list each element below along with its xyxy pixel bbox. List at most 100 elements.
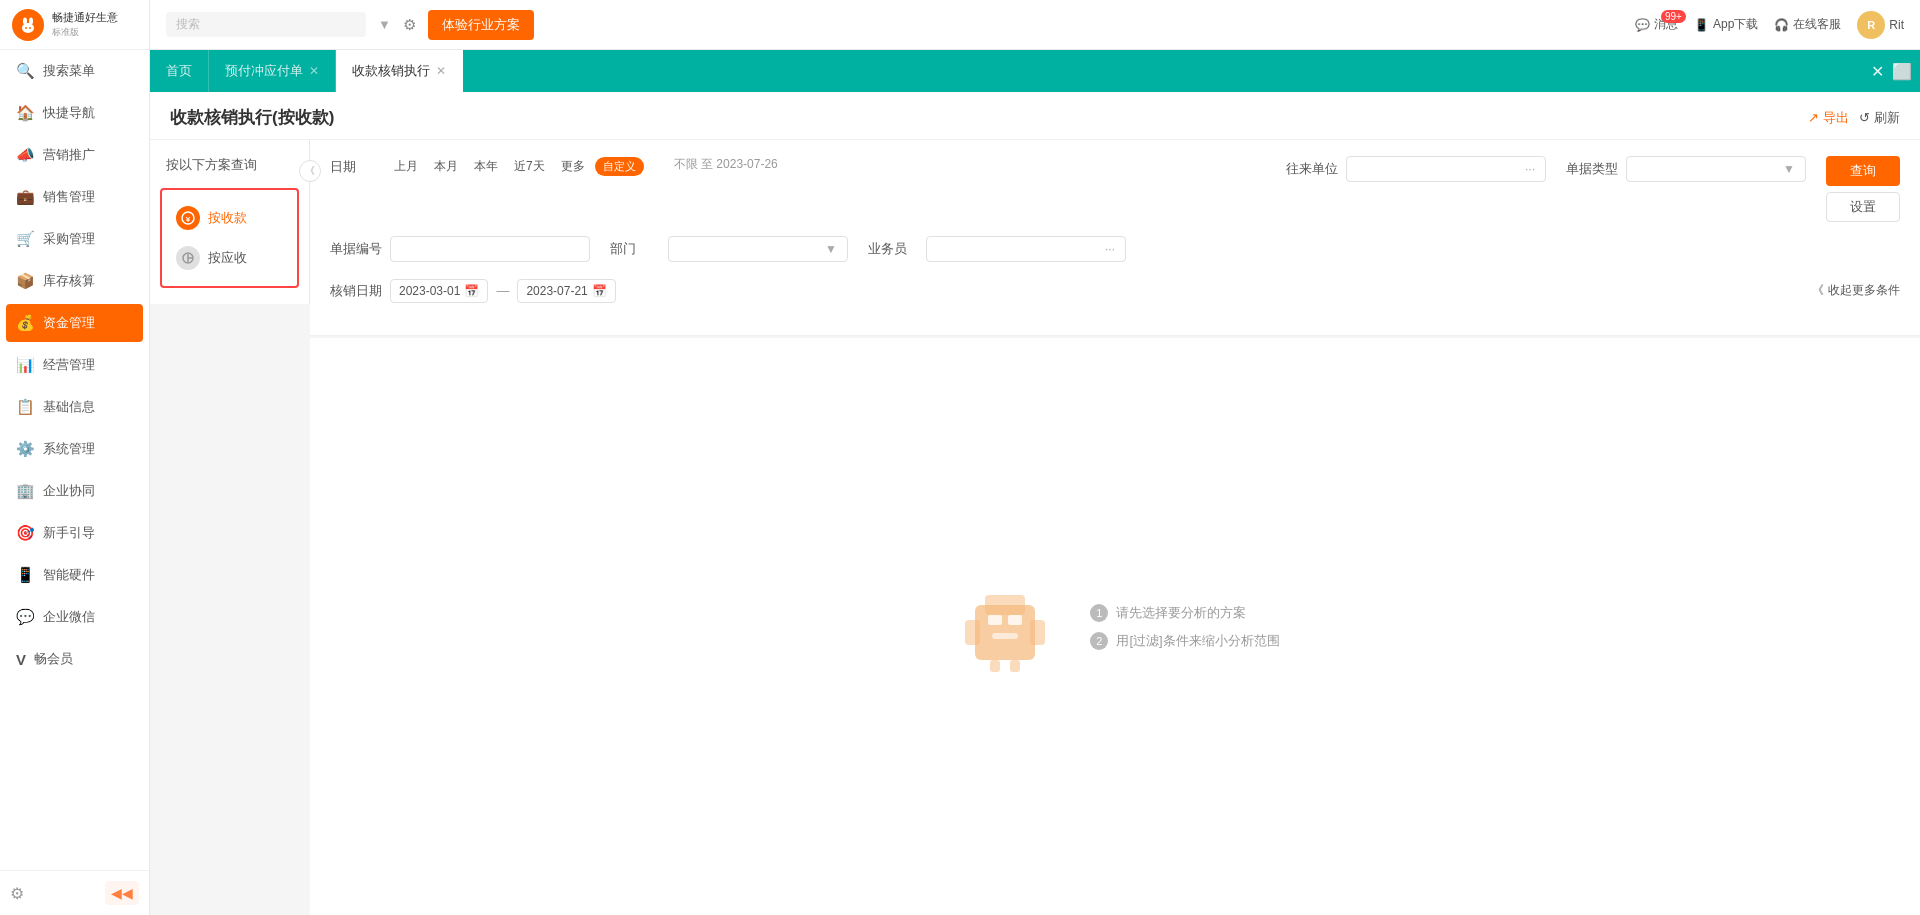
sidebar-item-marketing[interactable]: 📣 营销推广: [0, 134, 149, 176]
dept-select[interactable]: ▼: [668, 236, 848, 262]
close-tab-prepay-icon[interactable]: ✕: [309, 64, 319, 78]
sidebar-item-inventory[interactable]: 📦 库存核算: [0, 260, 149, 302]
close-tab-icon[interactable]: ✕: [1871, 62, 1884, 81]
service-icon: 🎧: [1774, 18, 1789, 32]
settings-icon[interactable]: ⚙: [10, 884, 24, 903]
collapse-filter-btn[interactable]: 《: [299, 160, 321, 182]
industry-btn[interactable]: 体验行业方案: [428, 10, 534, 40]
query-action-btns: 查询 设置: [1826, 156, 1900, 222]
dropdown-icon[interactable]: ▼: [378, 17, 391, 32]
partner-ellipsis-icon: ···: [1525, 162, 1535, 176]
online-service-btn[interactable]: 🎧 在线客服: [1774, 16, 1841, 33]
page-title: 收款核销执行(按收款): [170, 106, 334, 129]
date-range-separator: —: [496, 283, 509, 298]
sidebar-item-biz-mgmt[interactable]: 📊 经营管理: [0, 344, 149, 386]
dept-label: 部门: [610, 240, 660, 258]
empty-tip-2: 2 用[过滤]条件来缩小分析范围: [1090, 632, 1279, 650]
verify-date-end-value: 2023-07-21: [526, 284, 587, 298]
close-tab-receipt-icon[interactable]: ✕: [436, 64, 446, 78]
page-content: 收款核销执行(按收款) ↗ 导出 ↺ 刷新 按以下方案查询: [150, 92, 1920, 915]
sidebar-item-label: 系统管理: [43, 440, 95, 458]
svg-rect-13: [1030, 620, 1045, 645]
sidebar-item-label: 库存核算: [43, 272, 95, 290]
enterprise-icon: 🏢: [16, 482, 35, 500]
tab-prepay-offset[interactable]: 预付冲应付单 ✕: [209, 50, 336, 92]
staff-label: 业务员: [868, 240, 918, 258]
staff-field: 业务员 ···: [868, 236, 1126, 262]
doc-no-input[interactable]: [390, 236, 590, 262]
sidebar-item-search[interactable]: 🔍 搜索菜单: [0, 50, 149, 92]
svg-rect-11: [985, 595, 1025, 615]
sidebar: 畅捷通好生意 标准版 🔍 搜索菜单 🏠 快捷导航 📣 营销推广 💼 销售管理 🛒…: [0, 0, 150, 915]
top-bar: 搜索 ▼ ⚙ 体验行业方案 💬 消息 99+ 📱 App下载 🎧 在线客服 R …: [150, 0, 1920, 50]
app-download-btn[interactable]: 📱 App下载: [1694, 16, 1758, 33]
svg-point-2: [29, 17, 33, 24]
app-download-label: App下载: [1713, 16, 1758, 33]
sidebar-item-guide[interactable]: 🎯 新手引导: [0, 512, 149, 554]
message-badge: 99+: [1661, 10, 1686, 23]
finance-icon: 💰: [16, 314, 35, 332]
maximize-icon[interactable]: ⬜: [1892, 62, 1912, 81]
partner-input[interactable]: ···: [1346, 156, 1546, 182]
top-search-box[interactable]: 搜索: [166, 12, 366, 37]
date-custom[interactable]: 自定义: [595, 157, 644, 176]
by-receipt-icon: ¥: [176, 206, 200, 230]
sidebar-item-wechat[interactable]: 💬 企业微信: [0, 596, 149, 638]
sidebar-item-system[interactable]: ⚙️ 系统管理: [0, 428, 149, 470]
tab-receipt-offset[interactable]: 收款核销执行 ✕: [336, 50, 463, 92]
svg-rect-15: [1010, 660, 1020, 672]
gear-icon[interactable]: ⚙: [403, 16, 416, 34]
date-this-month[interactable]: 本月: [428, 156, 464, 177]
sales-icon: 💼: [16, 188, 35, 206]
logo-icon: [12, 9, 44, 41]
doc-type-label: 单据类型: [1566, 160, 1618, 178]
dept-field: 部门 ▼: [610, 236, 848, 262]
message-btn[interactable]: 💬 消息 99+: [1635, 16, 1678, 33]
export-btn[interactable]: ↗ 导出: [1808, 109, 1849, 127]
sidebar-item-label: 销售管理: [43, 188, 95, 206]
filter-option-by-receipt[interactable]: ¥ 按收款: [170, 198, 289, 238]
collapse-sidebar-icon[interactable]: ◀◀: [105, 881, 139, 905]
tip-1-text: 请先选择要分析的方案: [1116, 604, 1246, 622]
svg-rect-17: [1008, 615, 1022, 625]
online-service-label: 在线客服: [1793, 16, 1841, 33]
top-bar-left: 搜索 ▼ ⚙ 体验行业方案: [166, 10, 534, 40]
search-placeholder: 搜索: [176, 16, 200, 33]
verify-date-start-value: 2023-03-01: [399, 284, 460, 298]
search-icon: 🔍: [16, 62, 35, 80]
verify-date-start-input[interactable]: 2023-03-01 📅: [390, 279, 488, 303]
verify-date-end-input[interactable]: 2023-07-21 📅: [517, 279, 615, 303]
page-header: 收款核销执行(按收款) ↗ 导出 ↺ 刷新: [150, 92, 1920, 140]
date-more[interactable]: 更多: [555, 156, 591, 177]
collapse-more-btn[interactable]: 《 收起更多条件: [1812, 276, 1900, 305]
sidebar-item-label: 新手引导: [43, 524, 95, 542]
logo-text-wrapper: 畅捷通好生意 标准版: [52, 10, 118, 38]
doc-type-select[interactable]: ▼: [1626, 156, 1806, 182]
filter-option-by-receivable[interactable]: 按应收: [170, 238, 289, 278]
query-btn[interactable]: 查询: [1826, 156, 1900, 186]
sidebar-item-hardware[interactable]: 📱 智能硬件: [0, 554, 149, 596]
verify-date-field: 核销日期 2023-03-01 📅 — 2023-07-21 📅: [330, 279, 616, 303]
settings-btn[interactable]: 设置: [1826, 192, 1900, 222]
main-content: 搜索 ▼ ⚙ 体验行业方案 💬 消息 99+ 📱 App下载 🎧 在线客服 R …: [150, 0, 1920, 915]
logo-badge: 标准版: [52, 26, 118, 39]
date-last-month[interactable]: 上月: [388, 156, 424, 177]
sidebar-item-label: 企业微信: [43, 608, 95, 626]
tab-home[interactable]: 首页: [150, 50, 209, 92]
date-last-7[interactable]: 近7天: [508, 156, 551, 177]
sidebar-item-label: 快捷导航: [43, 104, 95, 122]
date-this-year[interactable]: 本年: [468, 156, 504, 177]
sidebar-item-sales[interactable]: 💼 销售管理: [0, 176, 149, 218]
sidebar-item-purchase[interactable]: 🛒 采购管理: [0, 218, 149, 260]
message-icon: 💬: [1635, 18, 1650, 32]
sidebar-item-enterprise[interactable]: 🏢 企业协同: [0, 470, 149, 512]
refresh-btn[interactable]: ↺ 刷新: [1859, 109, 1900, 127]
sidebar-item-basic-info[interactable]: 📋 基础信息: [0, 386, 149, 428]
sidebar-item-finance[interactable]: 💰 资金管理: [6, 304, 143, 342]
user-profile[interactable]: R Rit: [1857, 11, 1904, 39]
sidebar-item-member[interactable]: V 畅会员: [0, 638, 149, 680]
sidebar-item-label: 经营管理: [43, 356, 95, 374]
sidebar-item-quick-nav[interactable]: 🏠 快捷导航: [0, 92, 149, 134]
purchase-icon: 🛒: [16, 230, 35, 248]
staff-input[interactable]: ···: [926, 236, 1126, 262]
